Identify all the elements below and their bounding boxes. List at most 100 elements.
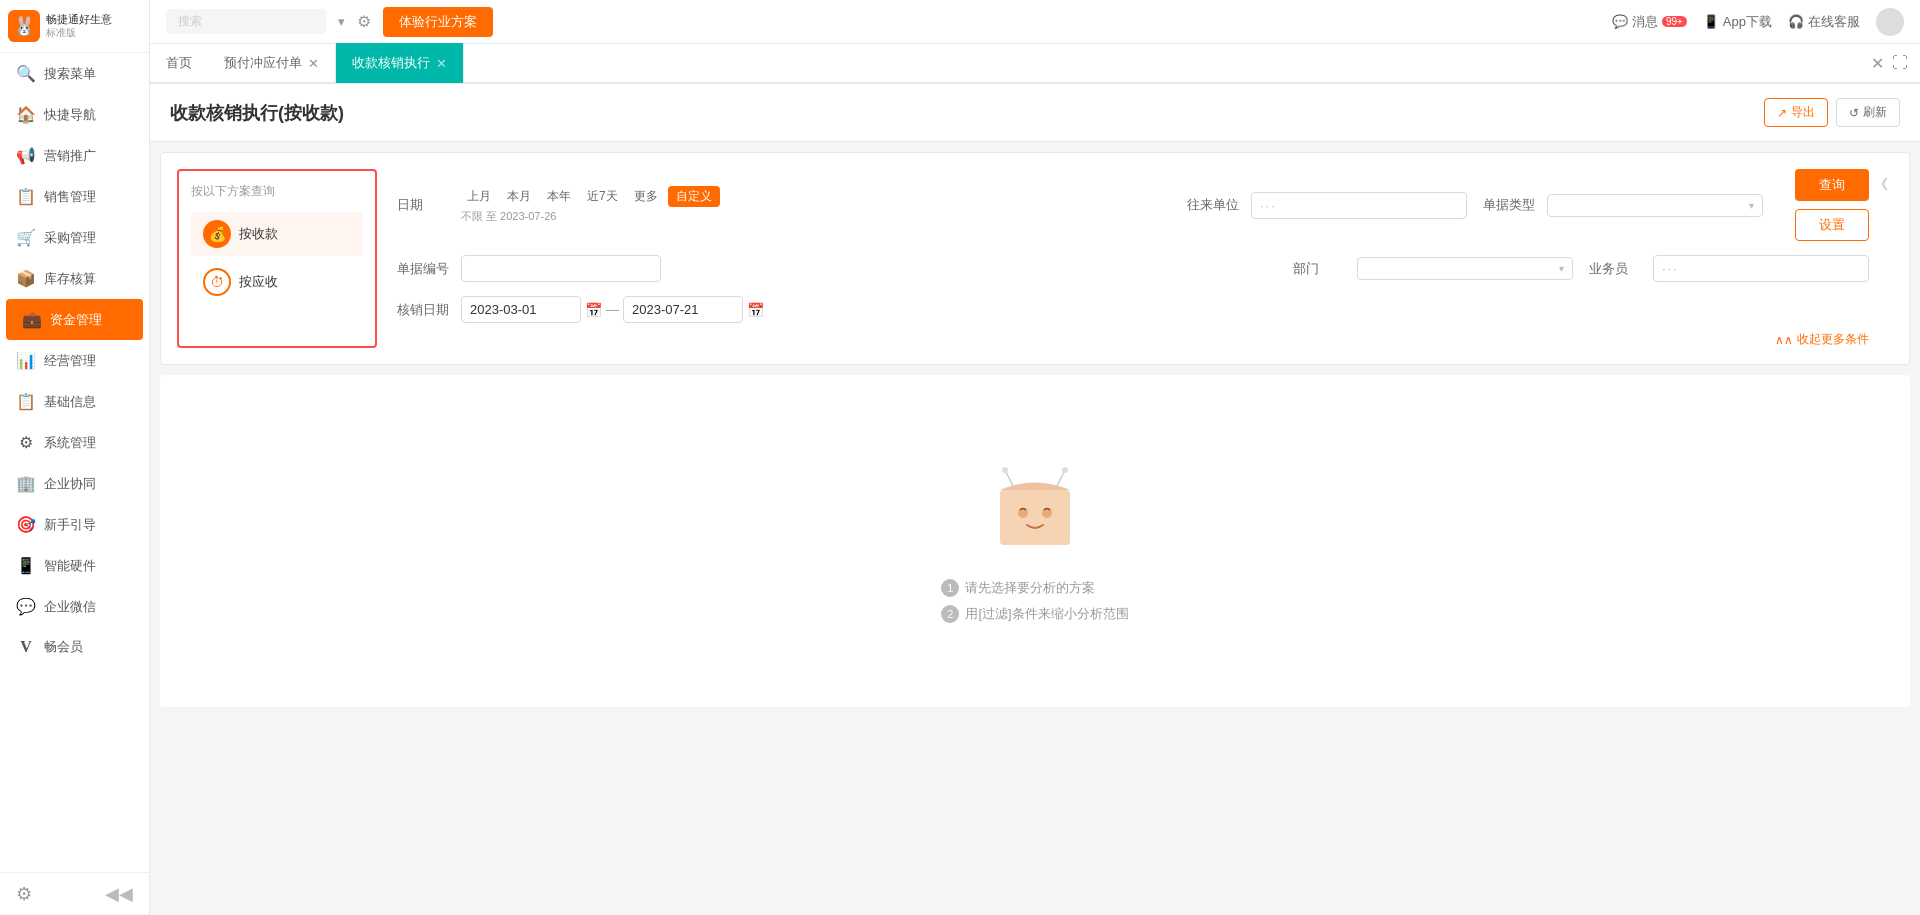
tab-bar: 首页 预付冲应付单 ✕ 收款核销执行 ✕ ✕ ⛶ bbox=[150, 44, 1920, 84]
date-shortcuts: 上月 本月 本年 近7天 更多 自定义 bbox=[461, 186, 720, 207]
settings-header-icon[interactable]: ⚙ bbox=[357, 12, 371, 31]
online-service-btn[interactable]: 🎧 在线客服 bbox=[1788, 13, 1860, 31]
sidebar-item-label: 企业微信 bbox=[44, 598, 96, 616]
sidebar-item-marketing[interactable]: 📢 营销推广 bbox=[0, 135, 149, 176]
settings-icon[interactable]: ⚙ bbox=[16, 883, 32, 905]
shortcut-7days[interactable]: 近7天 bbox=[581, 186, 624, 207]
shortcut-last-month[interactable]: 上月 bbox=[461, 186, 497, 207]
sidebar-footer: ⚙ ◀◀ bbox=[0, 872, 149, 915]
sidebar-item-operations[interactable]: 📊 经营管理 bbox=[0, 340, 149, 381]
sidebar-item-basic-info[interactable]: 📋 基础信息 bbox=[0, 381, 149, 422]
close-tab-icon[interactable]: ✕ bbox=[1871, 54, 1884, 73]
collapse-more-label: 收起更多条件 bbox=[1797, 331, 1869, 348]
export-icon: ↗ bbox=[1777, 106, 1787, 120]
inventory-icon: 📦 bbox=[16, 269, 36, 288]
doc-no-input[interactable] bbox=[461, 255, 661, 282]
sidebar-item-label: 库存核算 bbox=[44, 270, 96, 288]
app-download-btn[interactable]: 📱 App下载 bbox=[1703, 13, 1772, 31]
filter-item-dept: 部门 ▾ bbox=[1293, 257, 1573, 280]
search-icon: 🔍 bbox=[16, 64, 36, 83]
filter-panel: 按以下方案查询 💰 按收款 ⏱ 按应收 bbox=[160, 152, 1910, 365]
export-btn[interactable]: ↗ 导出 bbox=[1764, 98, 1828, 127]
user-avatar[interactable] bbox=[1876, 8, 1904, 36]
sidebar: 🐰 畅捷通好生意 标准版 🔍 搜索菜单 🏠 快捷导航 📢 营销推广 📋 销售管理… bbox=[0, 0, 150, 915]
offset-start-cal-icon[interactable]: 📅 bbox=[585, 302, 602, 318]
message-icon: 💬 bbox=[1612, 14, 1628, 29]
shortcut-more[interactable]: 更多 bbox=[628, 186, 664, 207]
setting-btn[interactable]: 设置 bbox=[1795, 209, 1869, 241]
tab-receipt-offset-close[interactable]: ✕ bbox=[436, 56, 447, 71]
offset-end-cal-icon[interactable]: 📅 bbox=[747, 302, 764, 318]
hint-num-2: 2 bbox=[941, 605, 959, 623]
refresh-icon: ↺ bbox=[1849, 106, 1859, 120]
filter-scheme-selector: 按以下方案查询 💰 按收款 ⏱ 按应收 bbox=[177, 169, 377, 348]
guide-icon: 🎯 bbox=[16, 515, 36, 534]
shortcut-this-year[interactable]: 本年 bbox=[541, 186, 577, 207]
sidebar-item-sales[interactable]: 📋 销售管理 bbox=[0, 176, 149, 217]
offset-date-start[interactable] bbox=[461, 296, 581, 323]
app-name: 畅捷通好生意 bbox=[46, 12, 112, 26]
wechat-icon: 💬 bbox=[16, 597, 36, 616]
refresh-btn[interactable]: ↺ 刷新 bbox=[1836, 98, 1900, 127]
empty-illustration bbox=[985, 455, 1085, 555]
main-area: 搜索 ▾ ⚙ 体验行业方案 💬 消息 99+ 📱 App下载 🎧 在线客服 首页 bbox=[150, 0, 1920, 915]
sidebar-item-purchase[interactable]: 🛒 采购管理 bbox=[0, 217, 149, 258]
sidebar-item-search[interactable]: 🔍 搜索菜单 bbox=[0, 53, 149, 94]
filter-option-by-receivable[interactable]: ⏱ 按应收 bbox=[191, 260, 363, 304]
svg-rect-0 bbox=[1000, 490, 1070, 545]
solution-btn[interactable]: 体验行业方案 bbox=[383, 7, 493, 37]
staff-select[interactable]: ··· bbox=[1653, 255, 1869, 282]
filter-collapse-btn[interactable]: 《 bbox=[1869, 173, 1893, 197]
header-search-box: 搜索 bbox=[166, 9, 326, 34]
filter-option-by-receipt[interactable]: 💰 按收款 bbox=[191, 212, 363, 256]
purchase-icon: 🛒 bbox=[16, 228, 36, 247]
system-icon: ⚙ bbox=[16, 433, 36, 452]
sidebar-item-label: 快捷导航 bbox=[44, 106, 96, 124]
service-icon: 🎧 bbox=[1788, 14, 1804, 29]
offset-date-end[interactable] bbox=[623, 296, 743, 323]
app-icon: 📱 bbox=[1703, 14, 1719, 29]
date-hint: 不限 至 2023-07-26 bbox=[461, 209, 720, 224]
online-service-label: 在线客服 bbox=[1808, 13, 1860, 31]
sidebar-item-label: 搜索菜单 bbox=[44, 65, 96, 83]
sidebar-item-quick-nav[interactable]: 🏠 快捷导航 bbox=[0, 94, 149, 135]
dept-select[interactable]: ▾ bbox=[1357, 257, 1573, 280]
logo-icon: 🐰 bbox=[8, 10, 40, 42]
collapse-sidebar-icon[interactable]: ◀◀ bbox=[105, 883, 133, 905]
filter-item-offset-date: 核销日期 📅 — 📅 bbox=[397, 296, 1869, 323]
sidebar-item-member[interactable]: V 畅会员 bbox=[0, 627, 149, 667]
refresh-label: 刷新 bbox=[1863, 104, 1887, 121]
sidebar-item-guide[interactable]: 🎯 新手引导 bbox=[0, 504, 149, 545]
app-download-label: App下载 bbox=[1723, 13, 1772, 31]
sidebar-item-label: 智能硬件 bbox=[44, 557, 96, 575]
partner-select[interactable]: ··· bbox=[1251, 192, 1467, 219]
message-btn[interactable]: 💬 消息 99+ bbox=[1612, 13, 1687, 31]
maximize-icon[interactable]: ⛶ bbox=[1892, 54, 1908, 72]
filter-item-partner: 往来单位 ··· bbox=[1187, 192, 1467, 219]
tab-home[interactable]: 首页 bbox=[150, 54, 208, 72]
staff-label: 业务员 bbox=[1589, 260, 1645, 278]
shortcut-custom[interactable]: 自定义 bbox=[668, 186, 720, 207]
sidebar-item-system[interactable]: ⚙ 系统管理 bbox=[0, 422, 149, 463]
dept-arrow: ▾ bbox=[1559, 263, 1564, 274]
shortcut-this-month[interactable]: 本月 bbox=[501, 186, 537, 207]
tab-receipt-offset[interactable]: 收款核销执行 ✕ bbox=[336, 43, 464, 83]
tab-prepay-close[interactable]: ✕ bbox=[308, 56, 319, 71]
sidebar-item-label: 企业协同 bbox=[44, 475, 96, 493]
tab-prepay[interactable]: 预付冲应付单 ✕ bbox=[208, 43, 336, 83]
doc-type-select[interactable]: ▾ bbox=[1547, 194, 1763, 217]
date-separator: — bbox=[606, 302, 619, 317]
sidebar-item-label: 资金管理 bbox=[50, 311, 102, 329]
sidebar-item-hardware[interactable]: 📱 智能硬件 bbox=[0, 545, 149, 586]
empty-state: 1 请先选择要分析的方案 2 用[过滤]条件来缩小分析范围 bbox=[160, 375, 1910, 707]
dropdown-icon[interactable]: ▾ bbox=[338, 14, 345, 29]
query-btn[interactable]: 查询 bbox=[1795, 169, 1869, 201]
collapse-more[interactable]: ∧∧ 收起更多条件 bbox=[397, 323, 1869, 348]
sidebar-item-finance[interactable]: 💼 资金管理 bbox=[6, 299, 143, 340]
sidebar-item-wechat[interactable]: 💬 企业微信 bbox=[0, 586, 149, 627]
home-icon: 🏠 bbox=[16, 105, 36, 124]
sidebar-item-inventory[interactable]: 📦 库存核算 bbox=[0, 258, 149, 299]
sidebar-item-label: 销售管理 bbox=[44, 188, 96, 206]
message-badge: 99+ bbox=[1662, 16, 1687, 27]
sidebar-item-enterprise[interactable]: 🏢 企业协同 bbox=[0, 463, 149, 504]
